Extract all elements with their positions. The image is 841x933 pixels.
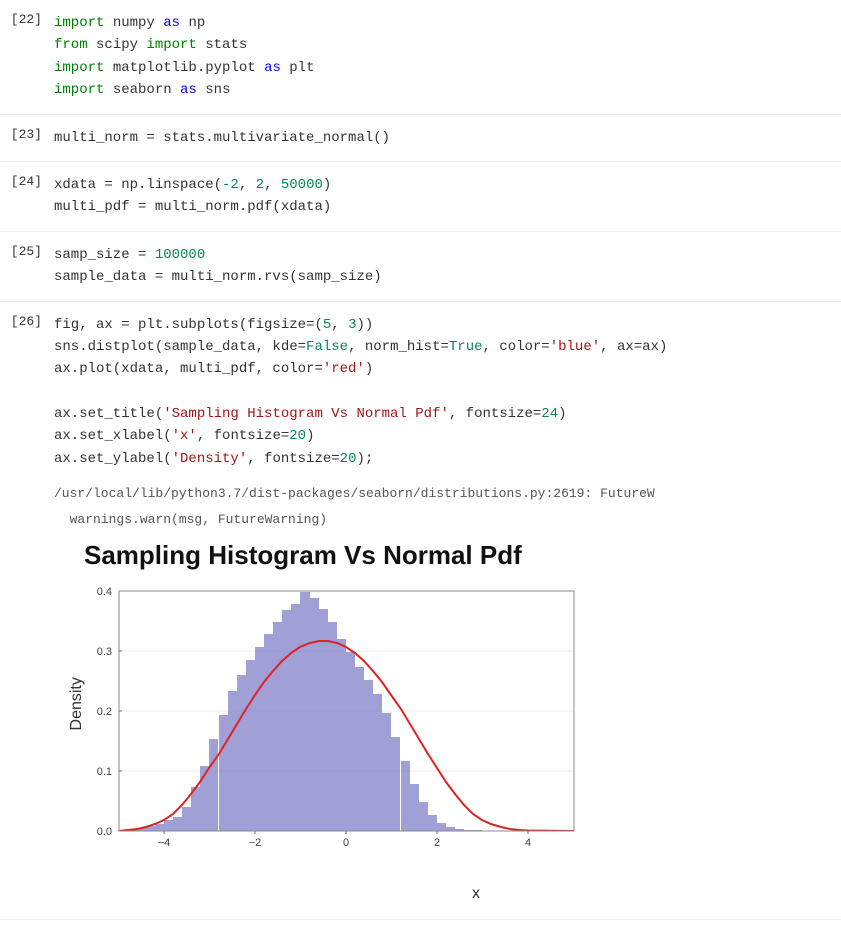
code-line: import numpy as np [54, 12, 833, 34]
svg-text:0.0: 0.0 [97, 826, 112, 838]
code-line: import seaborn as sns [54, 79, 833, 101]
x-axis-label: x [119, 881, 833, 907]
code-line: fig, ax = plt.subplots(figsize=(5, 3)) [54, 314, 833, 336]
cell-content-22: import numpy as np from scipy import sta… [50, 8, 841, 106]
plot-area: 0.4 0.3 0.2 0.1 0.0 [64, 581, 833, 907]
cell-23: [23] multi_norm = stats.multivariate_nor… [0, 115, 841, 162]
notebook: [22] import numpy as np from scipy impor… [0, 0, 841, 933]
cell-25: [25] samp_size = 100000 sample_data = mu… [0, 232, 841, 302]
warning-line-1: /usr/local/lib/python3.7/dist-packages/s… [54, 484, 833, 504]
svg-text:4: 4 [525, 837, 531, 849]
svg-text:0.1: 0.1 [97, 766, 112, 778]
code-line: xdata = np.linspace(-2, 2, 50000) [54, 174, 833, 196]
plot-title: Sampling Histogram Vs Normal Pdf [84, 535, 833, 577]
plot-svg: 0.4 0.3 0.2 0.1 0.0 [64, 581, 594, 871]
cell-number-26: [26] [0, 310, 50, 911]
code-line: multi_pdf = multi_norm.pdf(xdata) [54, 196, 833, 218]
cell-number-24: [24] [0, 170, 50, 223]
cell-26: [26] fig, ax = plt.subplots(figsize=(5, … [0, 302, 841, 920]
code-line: from scipy import stats [54, 34, 833, 56]
svg-text:0.4: 0.4 [97, 586, 112, 598]
svg-text:−2: −2 [249, 837, 262, 849]
cell-content-23: multi_norm = stats.multivariate_normal() [50, 123, 841, 153]
cell-number-22: [22] [0, 8, 50, 106]
cell-22: [22] import numpy as np from scipy impor… [0, 0, 841, 115]
code-line [54, 381, 833, 403]
code-line: multi_norm = stats.multivariate_normal() [54, 127, 833, 149]
cell-number-25: [25] [0, 240, 50, 293]
y-axis-label: Density [64, 677, 90, 730]
code-line: sns.distplot(sample_data, kde=False, nor… [54, 336, 833, 358]
svg-text:0.2: 0.2 [97, 706, 112, 718]
code-line: ax.set_title('Sampling Histogram Vs Norm… [54, 403, 833, 425]
code-line: import matplotlib.pyplot as plt [54, 57, 833, 79]
code-line: ax.set_ylabel('Density', fontsize=20); [54, 448, 833, 470]
cell-content-26: fig, ax = plt.subplots(figsize=(5, 3)) s… [50, 310, 841, 911]
warning-output: /usr/local/lib/python3.7/dist-packages/s… [54, 484, 833, 529]
cell-number-23: [23] [0, 123, 50, 153]
code-line: samp_size = 100000 [54, 244, 833, 266]
svg-text:−4: −4 [158, 837, 171, 849]
code-line: ax.plot(xdata, multi_pdf, color='red') [54, 358, 833, 380]
warning-line-2: warnings.warn(msg, FutureWarning) [54, 510, 833, 530]
svg-text:2: 2 [434, 837, 440, 849]
cell-content-25: samp_size = 100000 sample_data = multi_n… [50, 240, 841, 293]
code-line: sample_data = multi_norm.rvs(samp_size) [54, 266, 833, 288]
svg-text:0: 0 [343, 837, 349, 849]
cell-content-24: xdata = np.linspace(-2, 2, 50000) multi_… [50, 170, 841, 223]
svg-text:0.3: 0.3 [97, 646, 112, 658]
cell-24: [24] xdata = np.linspace(-2, 2, 50000) m… [0, 162, 841, 232]
code-line: ax.set_xlabel('x', fontsize=20) [54, 425, 833, 447]
